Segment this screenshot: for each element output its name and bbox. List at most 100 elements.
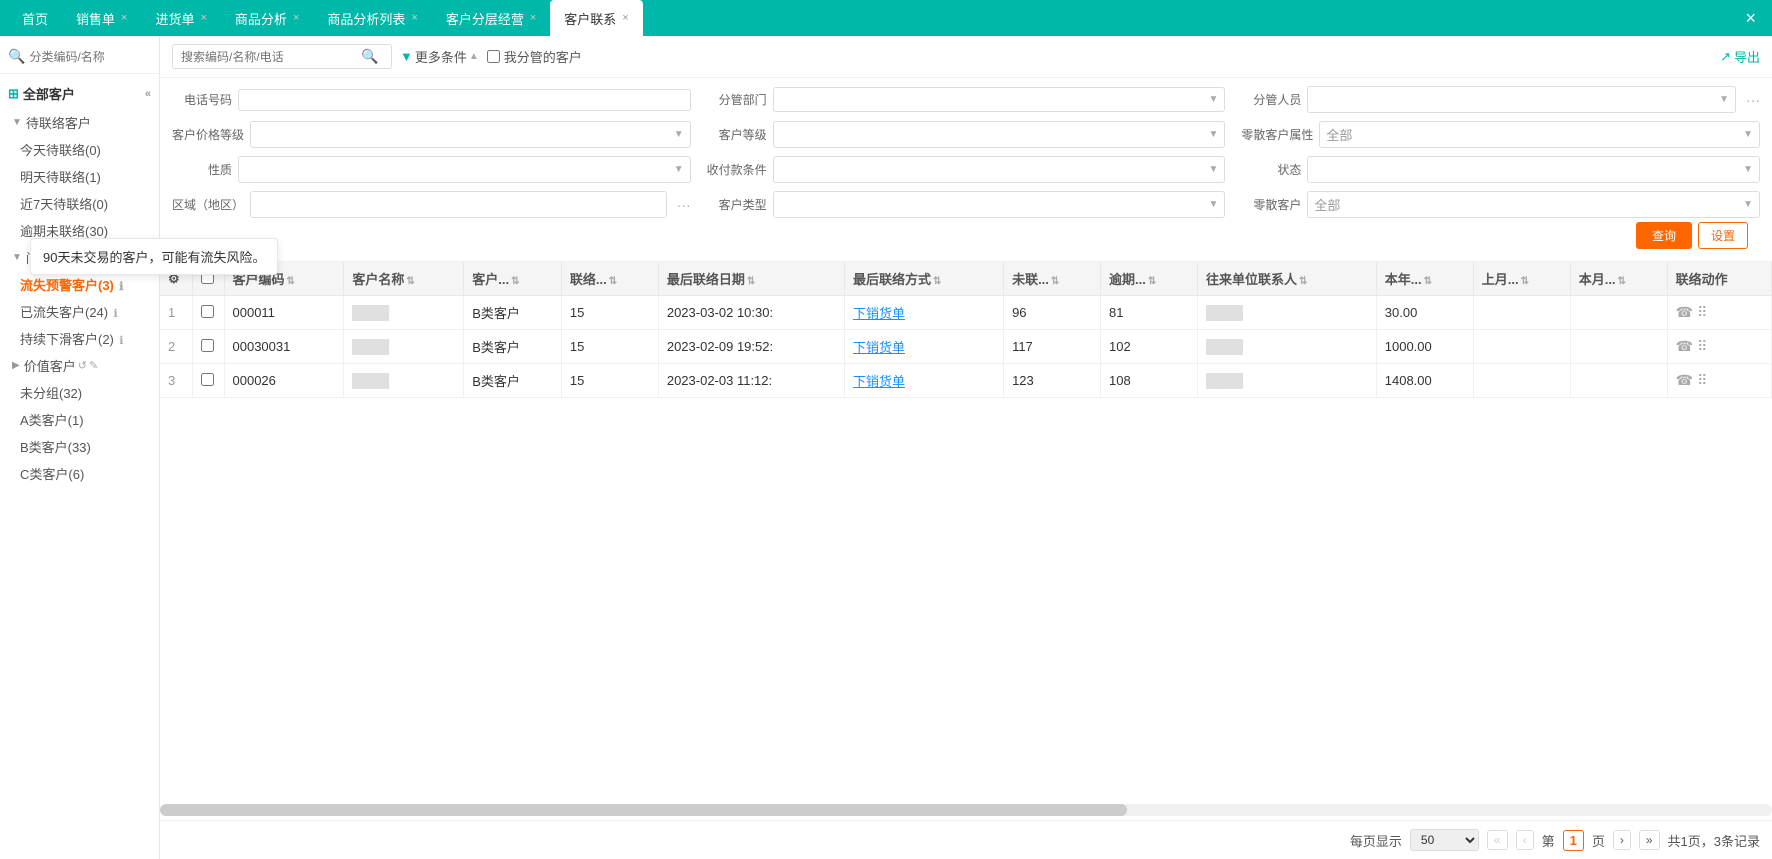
sort-unit-contact-icon[interactable]: ⇅ [1299,276,1307,287]
export-button[interactable]: ↗ 导出 [1720,47,1760,66]
sidebar-item-declining[interactable]: 持续下滑客户(2) ℹ [0,325,159,352]
manager-dots[interactable]: ··· [1746,92,1760,108]
refresh-icon[interactable]: ↺ [78,359,87,372]
row-checkbox[interactable] [192,296,224,330]
query-button[interactable]: 查询 [1636,222,1692,249]
retail-customer-label: 零散客户 [1241,196,1301,213]
row-checkbox[interactable] [192,364,224,398]
sidebar-item-churned[interactable]: 已流失客户(24) ℹ [0,298,159,325]
payment-select[interactable]: ▼ [773,156,1226,183]
tab-home[interactable]: 首页 [8,0,62,36]
sidebar-group-value[interactable]: ▶ 价值客户 ↺ ✎ [0,352,159,379]
area-select[interactable] [250,191,667,218]
sort-this-month-icon[interactable]: ⇅ [1618,276,1626,287]
row-select-checkbox[interactable] [201,339,214,352]
sidebar-collapse-btn[interactable]: « [145,88,151,100]
tab-sales[interactable]: 销售单 × [62,0,141,36]
last-method-link[interactable]: 下销货单 [853,340,905,355]
prev-page-btn[interactable]: ‹ [1516,830,1534,850]
sort-last-method-icon[interactable]: ⇅ [933,276,941,287]
tab-customer-contact[interactable]: 客户联系 × [550,0,642,36]
edit-icon[interactable]: ✎ [89,359,98,372]
window-close-button[interactable]: × [1737,8,1764,29]
row-last-month [1473,364,1570,398]
sidebar-item-ungrouped[interactable]: 未分组(32) [0,379,159,406]
sort-name-icon[interactable]: ⇅ [406,276,414,287]
sidebar-item-today[interactable]: 今天待联络(0) [0,136,159,163]
more-actions-icon[interactable]: ⠿ [1697,338,1707,355]
filter-price-grade: 客户价格等级 ▼ [172,121,691,148]
more-actions-icon[interactable]: ⠿ [1697,372,1707,389]
sidebar-group-pending[interactable]: ▼ 待联络客户 [0,109,159,136]
row-select-checkbox[interactable] [201,373,214,386]
row-select-checkbox[interactable] [201,305,214,318]
sidebar-item-class-a[interactable]: A类客户(1) [0,406,159,433]
phone-input[interactable] [238,89,691,111]
row-checkbox[interactable] [192,330,224,364]
sort-code-icon[interactable]: ⇅ [287,276,295,287]
horizontal-scrollbar[interactable] [160,804,1772,816]
tab-product-list[interactable]: 商品分析列表 × [313,0,431,36]
last-page-btn[interactable]: » [1639,830,1660,850]
manager-select[interactable]: ▼ [1307,86,1736,113]
tab-sales-close[interactable]: × [121,12,127,24]
tab-home-label: 首页 [22,9,48,28]
tab-customer-layer-close[interactable]: × [530,12,536,24]
th-uncontact: 未联...⇅ [1004,262,1101,296]
row-unit-contact: ████ [1198,296,1377,330]
first-page-btn[interactable]: « [1487,830,1508,850]
sidebar-item-churn-warning[interactable]: 流失预警客户(3) ℹ [0,271,159,298]
sort-last-date-icon[interactable]: ⇅ [747,276,755,287]
next-page-btn[interactable]: › [1613,830,1631,850]
manager-dropdown-icon: ▼ [1719,94,1729,105]
last-method-link[interactable]: 下销货单 [853,306,905,321]
filter-area: 区域（地区） ··· [172,191,691,218]
row-this-month [1570,330,1667,364]
area-dots[interactable]: ··· [677,197,691,213]
sort-overdue-icon[interactable]: ⇅ [1148,276,1156,287]
sidebar-search-input[interactable] [29,50,151,64]
customer-grade-select[interactable]: ▼ [773,121,1226,148]
search-input[interactable] [181,50,361,64]
tab-customer-contact-close[interactable]: × [622,12,628,24]
dept-select[interactable]: ▼ [773,87,1226,112]
contact-icon[interactable]: ☎ [1676,372,1693,389]
gender-select[interactable]: ▼ [238,156,691,183]
tab-product-analysis[interactable]: 商品分析 × [221,0,313,36]
sidebar-item-class-b[interactable]: B类客户(33) [0,433,159,460]
customer-type-select[interactable]: ▼ [773,191,1226,218]
more-conditions-btn[interactable]: ▼ 更多条件 ▲ [400,47,479,66]
sort-last-month-icon[interactable]: ⇅ [1521,276,1529,287]
tab-product-analysis-close[interactable]: × [293,12,299,24]
sort-contact-icon[interactable]: ⇅ [609,276,617,287]
sort-uncontact-icon[interactable]: ⇅ [1051,276,1059,287]
sidebar-item-class-c[interactable]: C类客户(6) [0,460,159,487]
sidebar-item-tomorrow[interactable]: 明天待联络(1) [0,163,159,190]
tab-customer-layer[interactable]: 客户分层经营 × [432,0,550,36]
status-select[interactable]: ▼ [1307,156,1760,183]
tab-product-list-close[interactable]: × [411,12,417,24]
settings-button[interactable]: 设置 [1698,222,1748,249]
arrow-down-icon2: ▼ [12,252,22,263]
filter-row-2: 客户价格等级 ▼ 客户等级 ▼ 零散客户属性 全部 [172,121,1760,148]
sort-this-year-icon[interactable]: ⇅ [1424,276,1432,287]
my-customers-checkbox[interactable] [487,50,500,63]
last-method-link[interactable]: 下销货单 [853,374,905,389]
search-submit-icon[interactable]: 🔍 [361,48,378,65]
pagination: 每页显示 50 100 « ‹ 第 1 页 › » 共1页，3条记录 [160,820,1772,859]
retail-customer-select[interactable]: 全部 ▼ [1307,191,1760,218]
sidebar-item-7days[interactable]: 近7天待联络(0) [0,190,159,217]
sidebar-all-customers[interactable]: ⊞ 全部客户 « [0,78,159,109]
price-grade-select[interactable]: ▼ [250,121,691,148]
contact-icon[interactable]: ☎ [1676,304,1693,321]
sort-type-icon[interactable]: ⇅ [511,276,519,287]
per-page-select[interactable]: 50 100 [1410,829,1479,851]
gender-dropdown-icon: ▼ [674,164,684,175]
tab-purchase[interactable]: 进货单 × [141,0,220,36]
chevron-down-icon: ▲ [469,51,479,62]
retail-attr-select[interactable]: 全部 ▼ [1319,121,1760,148]
tab-purchase-close[interactable]: × [200,12,206,24]
more-actions-icon[interactable]: ⠿ [1697,304,1707,321]
contact-icon[interactable]: ☎ [1676,338,1693,355]
scrollbar-thumb[interactable] [160,804,1127,816]
